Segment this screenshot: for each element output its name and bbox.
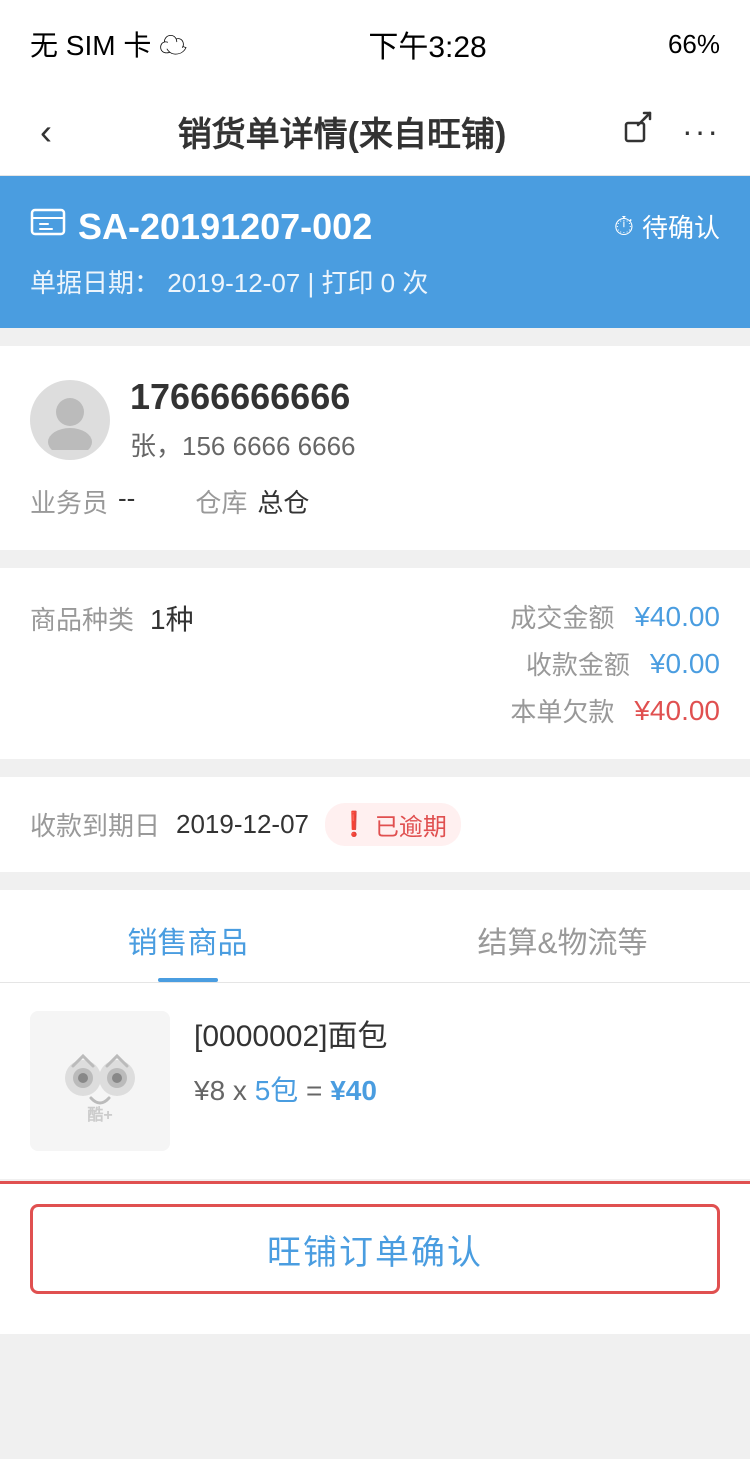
product-info: [0000002]面包 ¥8 x 5包 = ¥40 bbox=[194, 1011, 720, 1109]
status-bar: 无 SIM 卡 ☁ 下午3:28 66% bbox=[0, 0, 750, 88]
summary-row: 商品种类 1种 成交金额 ¥40.00 收款金额 ¥0.00 本单欠款 ¥40.… bbox=[30, 598, 720, 729]
order-status: ⏱ 待确认 bbox=[614, 208, 720, 245]
goods-type: 商品种类 1种 bbox=[30, 598, 194, 638]
deal-amount-row: 成交金额 ¥40.00 bbox=[510, 598, 720, 635]
customer-name: 张，156 6666 6666 bbox=[130, 426, 356, 463]
product-thumbnail: 酷+ bbox=[30, 1011, 170, 1151]
product-price: ¥8 x 5包 = ¥40 bbox=[194, 1069, 720, 1109]
tabs-section: 销售商品 结算&物流等 酷+ bbox=[0, 890, 750, 1179]
overdue-badge: ❗ 已逾期 bbox=[325, 803, 461, 846]
product-name: [0000002]面包 bbox=[194, 1011, 720, 1055]
order-icon bbox=[30, 204, 66, 249]
share-icon[interactable] bbox=[622, 109, 658, 154]
bottom-bar: 旺铺订单确认 bbox=[0, 1181, 750, 1334]
deal-amount: ¥40.00 bbox=[634, 601, 720, 633]
tabs-header: 销售商品 结算&物流等 bbox=[0, 890, 750, 983]
order-header-top: SA-20191207-002 ⏱ 待确认 bbox=[30, 204, 720, 249]
more-icon[interactable]: ··· bbox=[682, 113, 720, 150]
battery-level: 66% bbox=[668, 29, 720, 60]
back-button[interactable]: ‹ bbox=[30, 101, 62, 163]
nav-bar: ‹ 销货单详情(来自旺铺) ··· bbox=[0, 88, 750, 176]
status-right: 66% bbox=[668, 29, 720, 60]
warehouse-meta: 仓库 总仓 bbox=[195, 483, 309, 520]
amounts: 成交金额 ¥40.00 收款金额 ¥0.00 本单欠款 ¥40.00 bbox=[510, 598, 720, 729]
received-amount-row: 收款金额 ¥0.00 bbox=[526, 645, 720, 682]
overdue-icon: ❗ bbox=[339, 810, 369, 839]
order-date-info: 单据日期： 2019-12-07 | 打印 0 次 bbox=[30, 263, 720, 300]
owed-amount: ¥40.00 bbox=[634, 695, 720, 727]
salesperson-meta: 业务员 -- bbox=[30, 483, 135, 520]
customer-info: 17666666666 张，156 6666 6666 bbox=[130, 376, 356, 463]
tab-sales-goods[interactable]: 销售商品 bbox=[0, 890, 375, 982]
owed-amount-row: 本单欠款 ¥40.00 bbox=[510, 692, 720, 729]
customer-section: 17666666666 张，156 6666 6666 业务员 -- 仓库 总仓 bbox=[0, 346, 750, 550]
order-id: SA-20191207-002 bbox=[30, 204, 372, 249]
product-item: 酷+ [0000002]面包 ¥8 x 5包 = ¥40 bbox=[30, 1011, 720, 1151]
avatar bbox=[30, 380, 110, 460]
customer-meta: 业务员 -- 仓库 总仓 bbox=[30, 483, 720, 520]
received-amount: ¥0.00 bbox=[650, 648, 720, 680]
summary-section: 商品种类 1种 成交金额 ¥40.00 收款金额 ¥0.00 本单欠款 ¥40.… bbox=[0, 568, 750, 759]
order-header-card: SA-20191207-002 ⏱ 待确认 单据日期： 2019-12-07 |… bbox=[0, 176, 750, 328]
status-time: 下午3:28 bbox=[368, 22, 486, 66]
status-left: 无 SIM 卡 ☁ bbox=[30, 24, 187, 64]
confirm-order-button[interactable]: 旺铺订单确认 bbox=[30, 1204, 720, 1294]
due-section: 收款到期日 2019-12-07 ❗ 已逾期 bbox=[0, 777, 750, 872]
svg-text:酷+: 酷+ bbox=[87, 1105, 112, 1124]
product-section: 酷+ [0000002]面包 ¥8 x 5包 = ¥40 bbox=[0, 983, 750, 1179]
customer-phone: 17666666666 bbox=[130, 376, 356, 418]
page-title: 销货单详情(来自旺铺) bbox=[178, 107, 507, 156]
tab-settlement[interactable]: 结算&物流等 bbox=[375, 890, 750, 982]
customer-row: 17666666666 张，156 6666 6666 bbox=[30, 376, 720, 463]
clock-icon: ⏱ bbox=[614, 211, 634, 243]
nav-actions: ··· bbox=[622, 109, 720, 154]
